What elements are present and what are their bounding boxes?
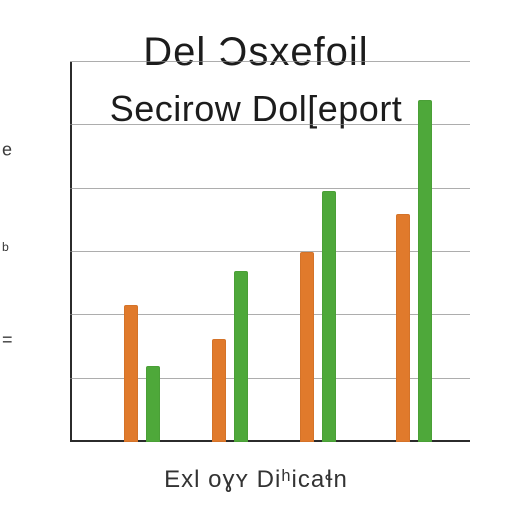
bar-orange-1 (212, 339, 226, 442)
gridline-4 (70, 124, 470, 125)
gridline-3 (70, 188, 470, 189)
bar-orange-2 (300, 252, 314, 442)
bar-green-0 (146, 366, 160, 442)
y-tick-2: = (2, 330, 62, 351)
bar-orange-3 (396, 214, 410, 442)
chart-canvas: Del Ɔsxefoil Secirow Dol[eport e ᵇ = Exl… (0, 0, 512, 512)
y-axis (70, 62, 72, 442)
gridline-2 (70, 251, 470, 252)
bar-orange-0 (124, 305, 138, 442)
plot-area (70, 62, 470, 442)
y-tick-0: e (2, 140, 62, 161)
x-axis-label: Exl oɣʏ Diʰicaɬn (0, 466, 512, 494)
bar-green-3 (418, 100, 432, 442)
gridline-5 (70, 61, 470, 62)
bar-green-2 (322, 191, 336, 442)
bar-green-1 (234, 271, 248, 442)
y-tick-1: ᵇ (2, 240, 62, 261)
